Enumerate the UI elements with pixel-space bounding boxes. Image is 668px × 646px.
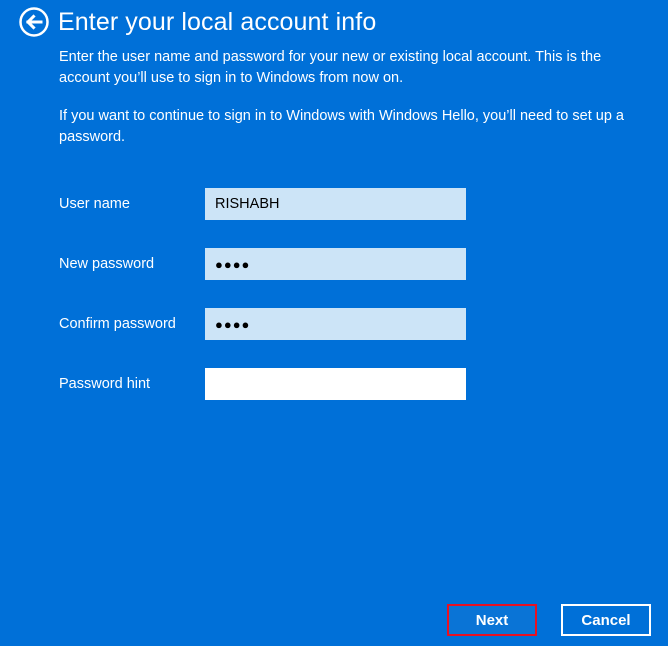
new-password-value: ●●●● <box>215 256 251 272</box>
description-paragraph-2: If you want to continue to sign in to Wi… <box>59 108 624 145</box>
password-hint-label: Password hint <box>59 376 151 392</box>
new-password-row: New password ●●●● <box>59 248 466 280</box>
username-value: RISHABH <box>215 196 280 212</box>
username-row: User name RISHABH <box>59 188 466 220</box>
next-button[interactable]: Next <box>447 604 537 636</box>
password-hint-row: Password hint <box>59 368 466 400</box>
username-input[interactable]: RISHABH <box>205 188 466 220</box>
new-password-label: New password <box>59 256 155 272</box>
back-arrow-icon[interactable] <box>18 6 50 38</box>
confirm-password-value: ●●●● <box>215 316 251 332</box>
cancel-button[interactable]: Cancel <box>561 604 651 636</box>
confirm-password-label: Confirm password <box>59 316 176 332</box>
username-label: User name <box>59 196 130 212</box>
new-password-input[interactable]: ●●●● <box>205 248 466 280</box>
page-title: Enter your local account info <box>58 7 377 36</box>
description-paragraph-1: Enter the user name and password for you… <box>59 49 602 86</box>
confirm-password-row: Confirm password ●●●● <box>59 308 466 340</box>
confirm-password-input[interactable]: ●●●● <box>205 308 466 340</box>
password-hint-input[interactable] <box>205 368 466 400</box>
page-header: Enter your local account info <box>18 6 376 38</box>
